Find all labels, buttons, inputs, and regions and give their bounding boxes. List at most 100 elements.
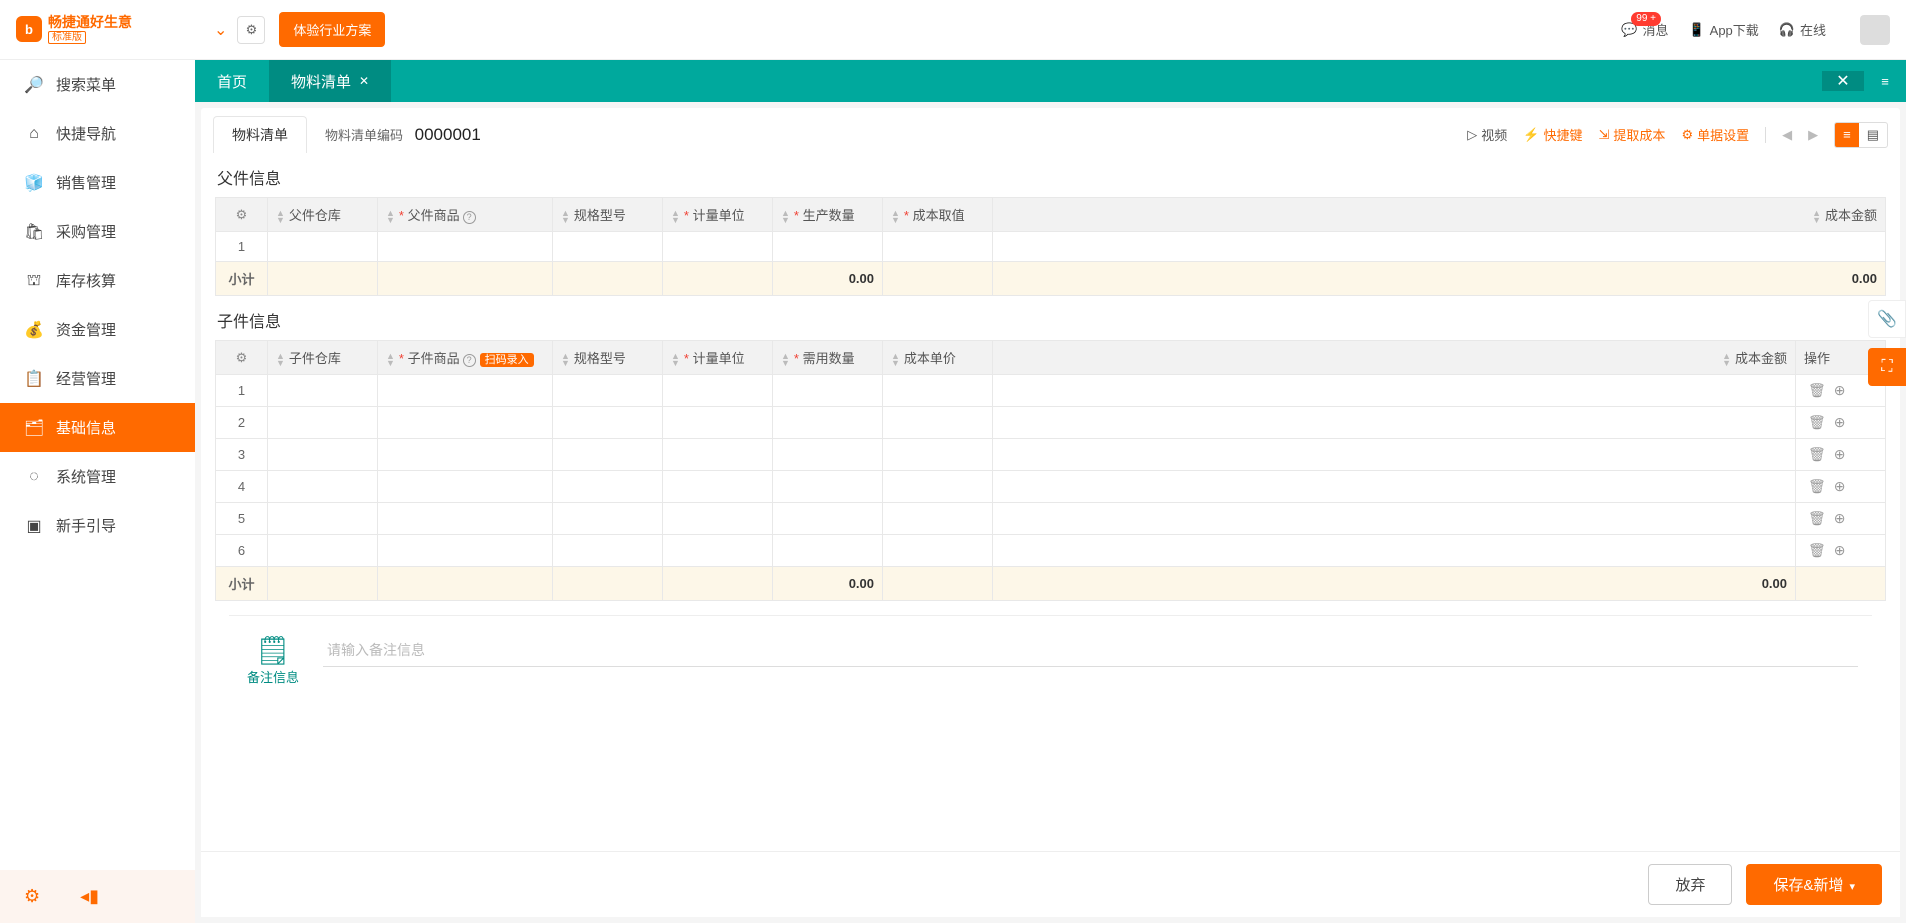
sidebar-item-inventory[interactable]: ⛫库存核算 — [0, 256, 195, 305]
help-icon[interactable]: ? — [463, 354, 476, 367]
cell[interactable] — [993, 375, 1796, 407]
cell[interactable] — [883, 503, 993, 535]
cell[interactable] — [773, 439, 883, 471]
table-row[interactable]: 1 — [216, 232, 1886, 262]
add-row-icon[interactable]: ⊕ — [1834, 510, 1846, 526]
col-parent-product[interactable]: 父件商品? — [378, 198, 553, 232]
cell[interactable] — [883, 535, 993, 567]
industry-cta-button[interactable]: 体验行业方案 — [279, 12, 385, 47]
table-row[interactable]: 2🗑⊕ — [216, 407, 1886, 439]
delete-row-icon[interactable]: 🗑 — [1808, 542, 1826, 558]
add-row-icon[interactable]: ⊕ — [1834, 382, 1846, 398]
cell[interactable] — [378, 471, 553, 503]
col-child-qty[interactable]: 需用数量 — [773, 341, 883, 375]
sidebar-item-basic-info[interactable]: 🗂基础信息 — [0, 403, 195, 452]
cell[interactable] — [553, 535, 663, 567]
help-icon[interactable]: ? — [463, 211, 476, 224]
cell[interactable] — [378, 439, 553, 471]
remark-input[interactable] — [323, 634, 1858, 667]
cell[interactable] — [663, 503, 773, 535]
collapse-sidebar-icon[interactable]: ◂▮ — [80, 886, 99, 907]
cell[interactable] — [553, 471, 663, 503]
col-child-unit-cost[interactable]: 成本单价 — [883, 341, 993, 375]
settings-gear-button[interactable]: ⚙ — [237, 16, 265, 44]
sidebar-item-funds[interactable]: 💰资金管理 — [0, 305, 195, 354]
settings-icon[interactable]: ⚙ — [24, 886, 40, 907]
cell[interactable] — [663, 471, 773, 503]
cell[interactable] — [773, 535, 883, 567]
messages-button[interactable]: 💬 消息 99 + — [1621, 20, 1668, 39]
add-row-icon[interactable]: ⊕ — [1834, 414, 1846, 430]
column-settings-button[interactable]: ⚙ — [216, 198, 268, 232]
cell[interactable] — [883, 407, 993, 439]
cell[interactable] — [663, 232, 773, 262]
cell[interactable] — [268, 375, 378, 407]
cell[interactable] — [378, 503, 553, 535]
delete-row-icon[interactable]: 🗑 — [1808, 478, 1826, 494]
scan-input-button[interactable]: 扫码录入 — [480, 353, 534, 367]
sidebar-item-quick-nav[interactable]: ⌂快捷导航 — [0, 109, 195, 158]
cell[interactable] — [883, 471, 993, 503]
close-all-tabs-button[interactable]: ✕ — [1822, 71, 1864, 91]
cell[interactable] — [993, 439, 1796, 471]
cell[interactable] — [378, 407, 553, 439]
tab-home[interactable]: 首页 — [195, 60, 269, 102]
delete-row-icon[interactable]: 🗑 — [1808, 510, 1826, 526]
extract-cost-tool[interactable]: ⇲提取成本 — [1599, 125, 1666, 144]
col-child-spec[interactable]: 规格型号 — [553, 341, 663, 375]
doc-setting-tool[interactable]: ⚙单据设置 — [1681, 125, 1749, 144]
next-doc-button[interactable]: ▶ — [1808, 127, 1818, 143]
add-row-icon[interactable]: ⊕ — [1834, 478, 1846, 494]
cell[interactable] — [883, 439, 993, 471]
cell[interactable] — [553, 439, 663, 471]
table-row[interactable]: 5🗑⊕ — [216, 503, 1886, 535]
cell[interactable] — [378, 375, 553, 407]
card-view-button[interactable]: ▤ — [1859, 123, 1887, 147]
avatar[interactable] — [1860, 15, 1890, 45]
col-parent-qty[interactable]: 生产数量 — [773, 198, 883, 232]
close-tab-icon[interactable]: ✕ — [359, 74, 369, 88]
sidebar-item-purchase[interactable]: 🛍采购管理 — [0, 207, 195, 256]
cell[interactable] — [993, 471, 1796, 503]
expand-rail-button[interactable]: ⛶ — [1868, 348, 1906, 386]
cell[interactable] — [773, 503, 883, 535]
cell[interactable] — [268, 407, 378, 439]
cell[interactable] — [773, 407, 883, 439]
cell[interactable] — [773, 232, 883, 262]
cell[interactable] — [378, 232, 553, 262]
cell[interactable] — [773, 375, 883, 407]
table-row[interactable]: 4🗑⊕ — [216, 471, 1886, 503]
cell[interactable] — [993, 407, 1796, 439]
shortcut-tool[interactable]: ⚡快捷键 — [1523, 125, 1582, 144]
col-parent-warehouse[interactable]: 父件仓库 — [268, 198, 378, 232]
sidebar-item-guide[interactable]: ▣新手引导 — [0, 501, 195, 550]
org-selector[interactable]: ⌄ — [206, 20, 227, 40]
col-child-product[interactable]: 子件商品?扫码录入 — [378, 341, 553, 375]
cell[interactable] — [553, 375, 663, 407]
cell[interactable] — [773, 471, 883, 503]
cell[interactable] — [268, 439, 378, 471]
tab-menu-button[interactable]: ≡ — [1864, 74, 1906, 89]
cell[interactable] — [268, 471, 378, 503]
add-row-icon[interactable]: ⊕ — [1834, 446, 1846, 462]
prev-doc-button[interactable]: ◀ — [1782, 127, 1792, 143]
cell[interactable] — [883, 232, 993, 262]
cell[interactable] — [663, 439, 773, 471]
cell[interactable] — [993, 503, 1796, 535]
col-parent-unit[interactable]: 计量单位 — [663, 198, 773, 232]
app-download-button[interactable]: 📱 App下载 — [1688, 20, 1758, 39]
video-tool[interactable]: ▷视频 — [1467, 125, 1507, 144]
cell[interactable] — [663, 407, 773, 439]
delete-row-icon[interactable]: 🗑 — [1808, 414, 1826, 430]
col-child-unit[interactable]: 计量单位 — [663, 341, 773, 375]
attachment-rail-button[interactable]: 📎 — [1868, 300, 1906, 338]
col-parent-amount[interactable]: 成本金额 — [993, 198, 1886, 232]
column-settings-button[interactable]: ⚙ — [216, 341, 268, 375]
discard-button[interactable]: 放弃 — [1648, 864, 1732, 905]
sidebar-item-ops[interactable]: 📋经营管理 — [0, 354, 195, 403]
tab-bom[interactable]: 物料清单 ✕ — [269, 60, 391, 102]
cell[interactable] — [663, 535, 773, 567]
cell[interactable] — [268, 535, 378, 567]
col-parent-cost-take[interactable]: 成本取值 — [883, 198, 993, 232]
cell[interactable] — [268, 503, 378, 535]
